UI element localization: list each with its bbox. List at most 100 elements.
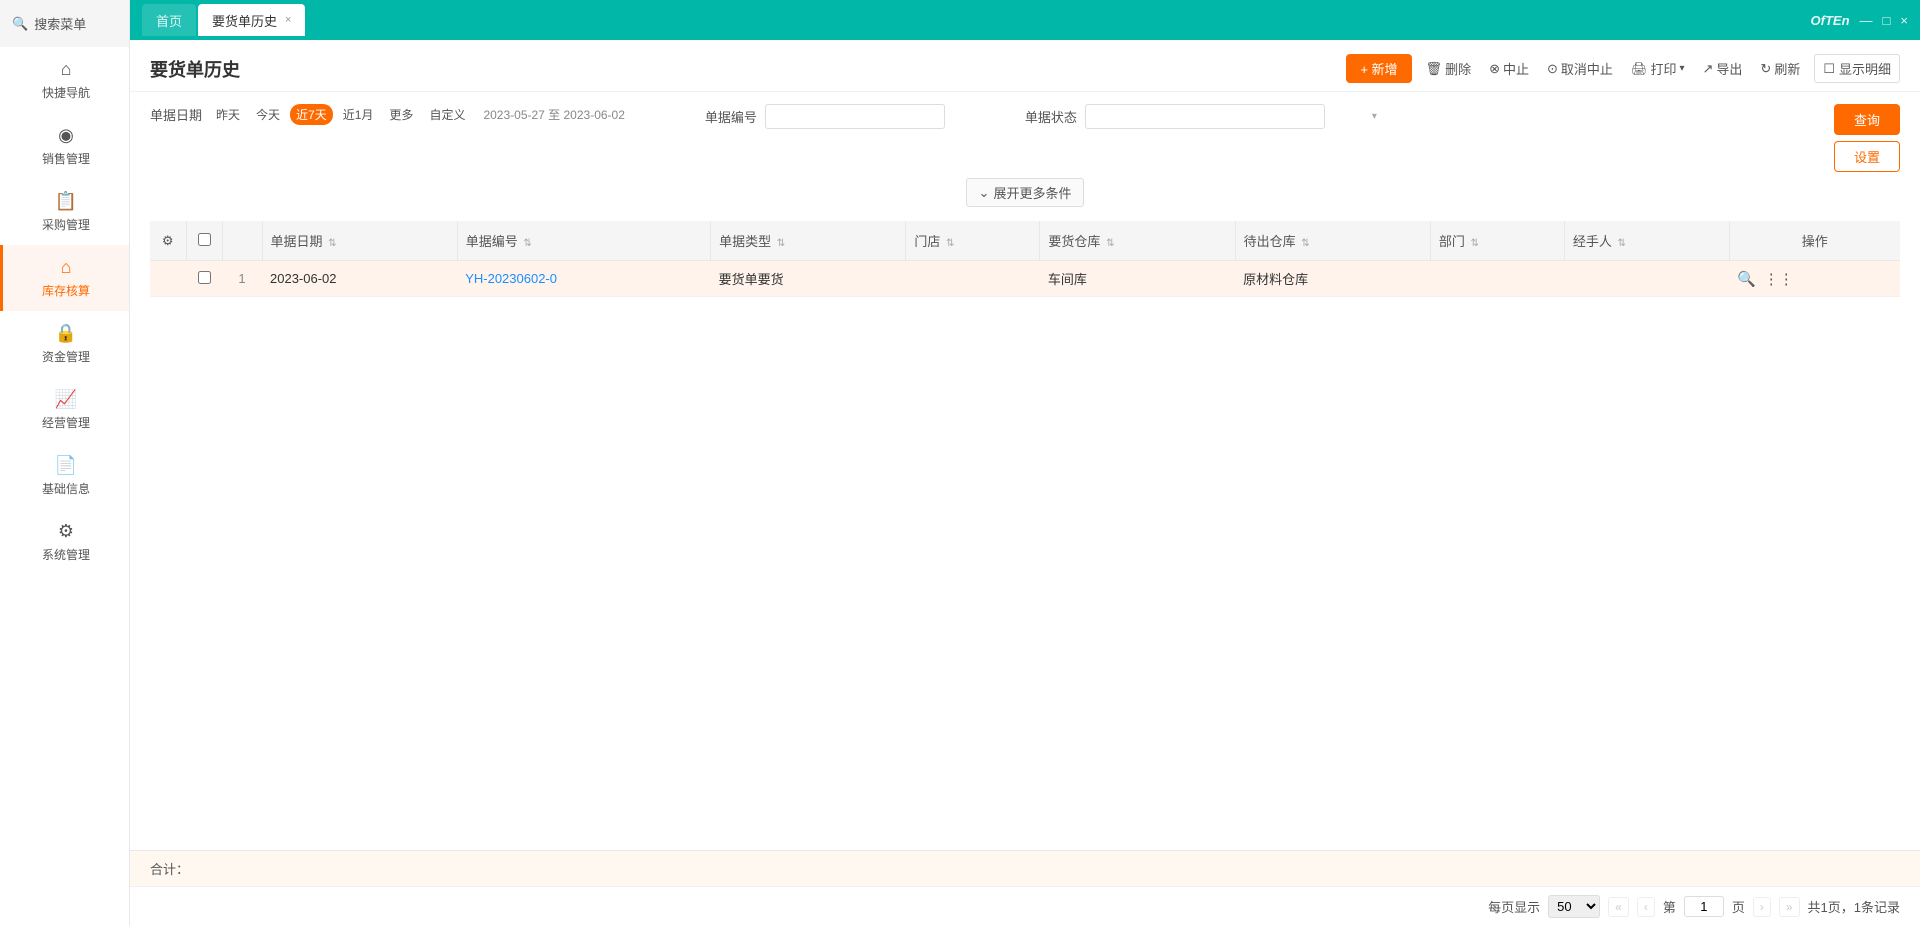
row-num-cell: 1 [222,261,262,297]
tab-home[interactable]: 首页 [142,4,196,36]
sort-dept-icon[interactable]: ⇅ [1470,238,1478,249]
sidebar-item-basic-info[interactable]: 📄 基础信息 [0,443,129,509]
data-table: ⚙ 单据日期 ⇅ 单据编号 ⇅ [150,221,1900,297]
query-button[interactable]: 查询 [1834,104,1900,135]
system-icon: ⚙ [58,521,74,542]
first-page-btn[interactable]: « [1608,897,1629,917]
col-bill-type[interactable]: 单据类型 ⇅ [711,221,906,261]
sort-req-warehouse-icon[interactable]: ⇅ [1106,238,1114,249]
expand-label: 展开更多条件 [993,183,1071,202]
topbar-right: OfTEn — □ × [1811,13,1908,28]
col-req-warehouse[interactable]: 要货仓库 ⇅ [1040,221,1235,261]
row-bill-no-cell[interactable]: YH-20230602-0 [457,261,710,297]
window-maximize-btn[interactable]: □ [1883,13,1891,28]
col-bill-no[interactable]: 单据编号 ⇅ [457,221,710,261]
view-action-icon[interactable]: 🔍 [1737,270,1756,288]
col-date[interactable]: 单据日期 ⇅ [262,221,457,261]
date-btn-today[interactable]: 今天 [250,104,286,125]
col-store[interactable]: 门店 ⇅ [906,221,1040,261]
status-select[interactable] [1085,104,1325,129]
print-label: 打印 [1650,59,1676,78]
bill-no-input[interactable] [765,104,945,129]
col-num [222,221,262,261]
date-btn-more[interactable]: 更多 [383,104,419,125]
row-bill-type-cell: 要货单要货 [711,261,906,297]
sidebar-item-operations[interactable]: 📈 经营管理 [0,377,129,443]
window-minimize-btn[interactable]: — [1860,13,1873,28]
sort-store-icon[interactable]: ⇅ [946,238,954,249]
last-page-btn[interactable]: » [1779,897,1800,917]
print-dropdown-icon: ▾ [1679,63,1684,74]
sidebar-item-finance[interactable]: 🔒 资金管理 [0,311,129,377]
settings-button[interactable]: 设置 [1834,141,1900,172]
stop-button[interactable]: ⊗ 中止 [1485,57,1533,80]
print-button[interactable]: 🖨 打印 ▾ [1627,57,1689,80]
sidebar-item-system[interactable]: ⚙ 系统管理 [0,509,129,575]
tab-close-icon[interactable]: × [285,14,291,26]
delete-button[interactable]: 🗑 删除 [1422,57,1476,80]
refresh-button[interactable]: ↻ 刷新 [1756,57,1804,80]
date-btn-yesterday[interactable]: 昨天 [210,104,246,125]
col-checkbox[interactable] [186,221,222,261]
sidebar-item-sales-mgmt[interactable]: ◉ 销售管理 [0,113,129,179]
refresh-icon: ↻ [1760,61,1771,77]
new-button[interactable]: + 新增 [1346,54,1411,83]
sidebar-item-quick-nav[interactable]: ⌂ 快捷导航 [0,47,129,113]
col-pending-warehouse[interactable]: 待出仓库 ⇅ [1235,221,1430,261]
purchase-icon: 📋 [55,191,77,212]
tab-active[interactable]: 要货单历史 × [198,4,305,36]
expand-conditions-button[interactable]: ⌄ 展开更多条件 [966,178,1085,207]
col-action: 操作 [1729,221,1900,261]
date-btn-7days[interactable]: 近7天 [290,104,333,125]
total-info: 共1页，1条记录 [1808,897,1900,916]
sort-date-icon[interactable]: ⇅ [328,238,336,249]
display-detail-button[interactable]: ☐ 显示明细 [1814,54,1900,83]
filter-area: 单据日期 昨天 今天 近7天 近1月 更多 自定义 2023-05-27 至 2… [130,92,1920,211]
page-size-select[interactable]: 50 100 200 [1548,895,1600,918]
export-label: 导出 [1716,59,1742,78]
prev-page-btn[interactable]: ‹ [1637,897,1655,917]
row-checkbox[interactable] [198,271,211,284]
topbar: 首页 要货单历史 × OfTEn — □ × [130,0,1920,40]
row-pending-warehouse-cell: 原材料仓库 [1235,261,1430,297]
page-label: 第 [1663,897,1676,916]
date-filter-label: 单据日期 [150,105,202,124]
print-icon: 🖨 [1631,61,1648,77]
search-icon: 🔍 [12,16,28,32]
date-btn-custom[interactable]: 自定义 [423,104,471,125]
date-range-display: 2023-05-27 至 2023-06-02 [483,106,624,123]
per-page-label: 每页显示 [1488,897,1540,916]
row-checkbox-cell[interactable] [186,261,222,297]
sort-pending-warehouse-icon[interactable]: ⇅ [1301,238,1309,249]
sidebar-item-label: 基础信息 [42,480,90,497]
operations-icon: 📈 [55,389,77,410]
date-btn-1month[interactable]: 近1月 [337,104,380,125]
col-dept[interactable]: 部门 ⇅ [1430,221,1564,261]
sort-handler-icon[interactable]: ⇅ [1618,238,1626,249]
date-filter-group: 单据日期 昨天 今天 近7天 近1月 更多 自定义 2023-05-27 至 2… [150,104,625,125]
refresh-label: 刷新 [1774,59,1800,78]
export-button[interactable]: ↗ 导出 [1698,57,1746,80]
page-header: 要货单历史 + 新增 🗑 删除 ⊗ 中止 ⊙ 取消中止 🖨 打印 [130,40,1920,92]
window-close-btn[interactable]: × [1900,13,1908,28]
page-title: 要货单历史 [150,56,240,82]
next-page-btn[interactable]: › [1753,897,1771,917]
col-handler[interactable]: 经手人 ⇅ [1564,221,1729,261]
table-row[interactable]: 1 2023-06-02 YH-20230602-0 要货单要货 车间库 原材料… [150,261,1900,297]
more-action-icon[interactable]: ⋮⋮ [1764,270,1794,288]
page-input[interactable] [1684,896,1724,917]
sidebar-item-inventory[interactable]: ⌂ 库存核算 [0,245,129,311]
select-all-checkbox[interactable] [198,233,211,246]
display-detail-label: 显示明细 [1839,59,1891,78]
col-settings[interactable]: ⚙ [150,221,186,261]
sidebar-item-purchase-mgmt[interactable]: 📋 采购管理 [0,179,129,245]
home-icon: ⌂ [61,59,72,80]
bill-no-link[interactable]: YH-20230602-0 [465,271,557,286]
sort-billtype-icon[interactable]: ⇅ [777,238,785,249]
cancel-stop-button[interactable]: ⊙ 取消中止 [1543,57,1617,80]
sales-icon: ◉ [58,125,74,146]
stop-icon: ⊗ [1489,61,1500,77]
sidebar-search[interactable]: 🔍 搜索菜单 [0,0,129,47]
sort-billno-icon[interactable]: ⇅ [523,238,531,249]
row-settings-cell [150,261,186,297]
